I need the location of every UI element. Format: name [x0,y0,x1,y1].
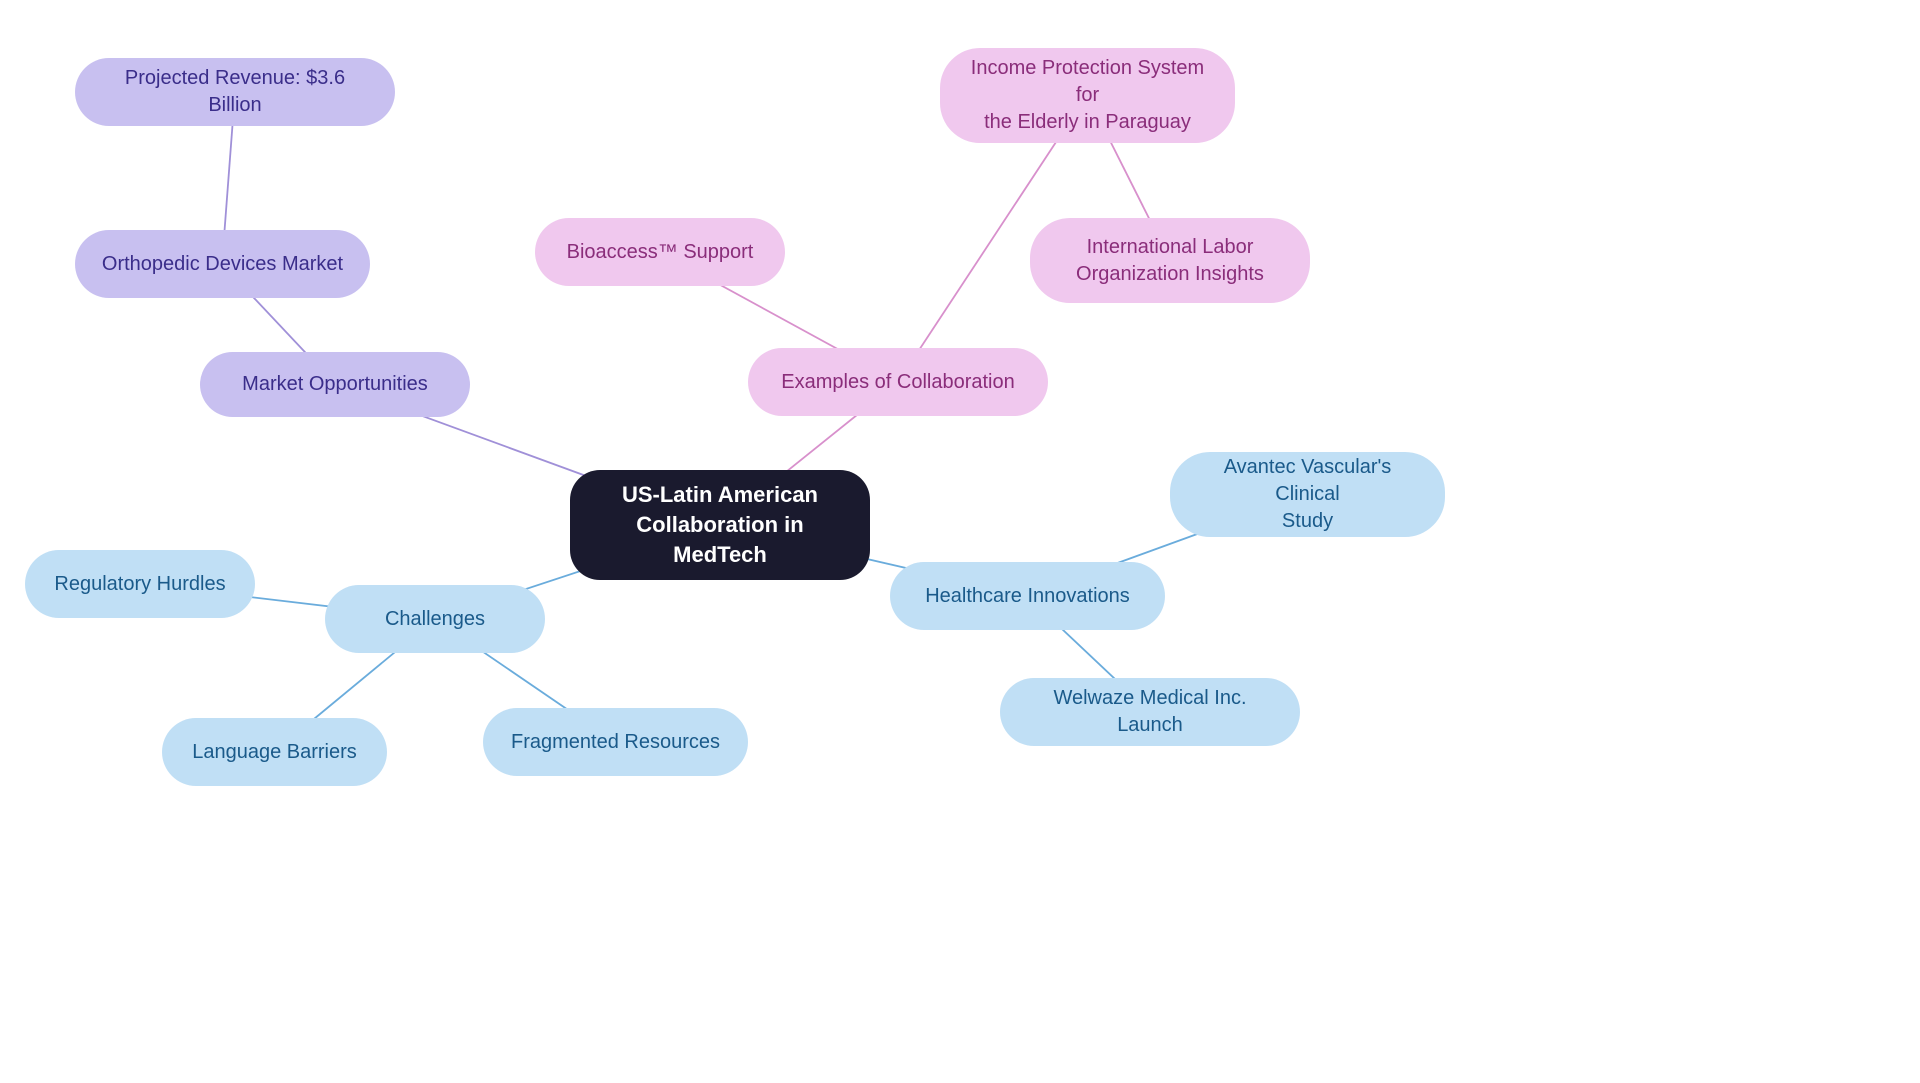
examples-collaboration-node: Examples of Collaboration [748,348,1048,416]
market-opportunities-node: Market Opportunities [200,352,470,417]
challenges-node: Challenges [325,585,545,653]
income-protection-node: Income Protection System forthe Elderly … [940,48,1235,143]
central-label: US-Latin AmericanCollaboration in MedTec… [592,480,848,569]
language-barriers-node: Language Barriers [162,718,387,786]
ilo-insights-node: International LaborOrganization Insights [1030,218,1310,303]
healthcare-innovations-label: Healthcare Innovations [925,583,1130,610]
ilo-insights-label: International LaborOrganization Insights [1076,234,1264,288]
avantec-vascular-node: Avantec Vascular's ClinicalStudy [1170,452,1445,537]
fragmented-resources-label: Fragmented Resources [511,729,720,756]
central-node: US-Latin AmericanCollaboration in MedTec… [570,470,870,580]
welwaze-medical-node: Welwaze Medical Inc. Launch [1000,678,1300,746]
orthopedic-devices-node: Orthopedic Devices Market [75,230,370,298]
projected-revenue-label: Projected Revenue: $3.6 Billion [97,65,373,119]
welwaze-medical-label: Welwaze Medical Inc. Launch [1022,685,1278,739]
language-barriers-label: Language Barriers [192,739,357,766]
challenges-label: Challenges [385,606,485,633]
bioaccess-support-label: Bioaccess™ Support [567,239,754,266]
fragmented-resources-node: Fragmented Resources [483,708,748,776]
examples-collaboration-label: Examples of Collaboration [781,369,1014,396]
income-protection-label: Income Protection System forthe Elderly … [962,55,1213,136]
projected-revenue-node: Projected Revenue: $3.6 Billion [75,58,395,126]
regulatory-hurdles-node: Regulatory Hurdles [25,550,255,618]
regulatory-hurdles-label: Regulatory Hurdles [54,571,225,598]
avantec-vascular-label: Avantec Vascular's ClinicalStudy [1192,454,1423,535]
bioaccess-support-node: Bioaccess™ Support [535,218,785,286]
orthopedic-devices-label: Orthopedic Devices Market [102,251,343,278]
healthcare-innovations-node: Healthcare Innovations [890,562,1165,630]
market-opportunities-label: Market Opportunities [242,371,428,398]
